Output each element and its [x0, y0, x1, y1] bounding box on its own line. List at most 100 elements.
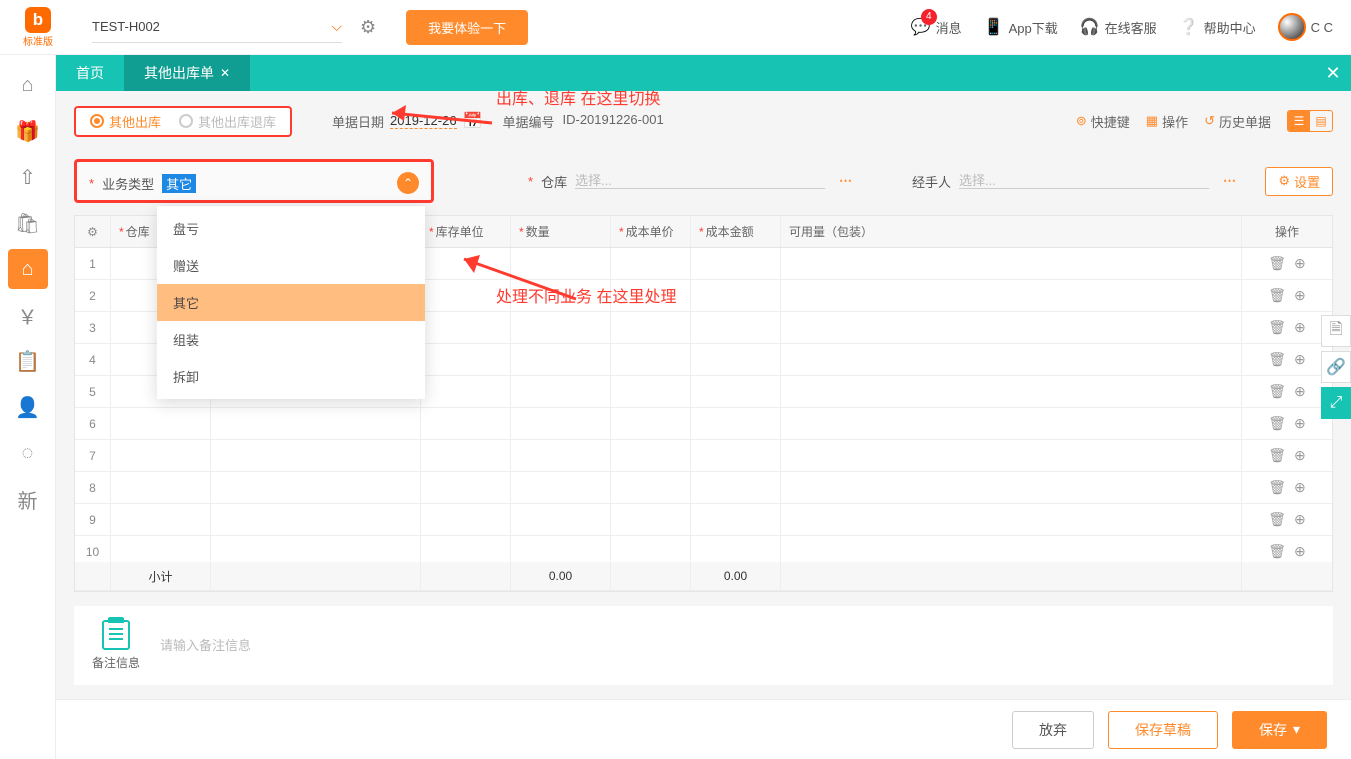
rail-bag-icon[interactable]: 🛍	[8, 203, 48, 243]
store-select[interactable]: TEST-H002 ⌵	[92, 11, 342, 43]
cell-qty[interactable]	[511, 344, 611, 375]
table-row[interactable]: 10🗑⊕	[75, 536, 1332, 562]
radio-outbound-return[interactable]: 其他出库退库	[179, 112, 276, 131]
cell-price[interactable]	[611, 376, 691, 407]
delete-icon[interactable]: 🗑	[1268, 319, 1286, 336]
online-cs-button[interactable]: 🎧 在线客服	[1080, 17, 1157, 37]
table-row[interactable]: 8🗑⊕	[75, 472, 1332, 504]
view-card-icon[interactable]: ▤	[1310, 111, 1332, 131]
save-button[interactable]: 保存 ▾	[1232, 711, 1327, 749]
cell-price[interactable]	[611, 248, 691, 279]
add-icon[interactable]: ⊕	[1294, 351, 1306, 368]
table-row[interactable]: 9🗑⊕	[75, 504, 1332, 536]
cell-amount[interactable]	[691, 472, 781, 503]
cell-unit[interactable]	[421, 248, 511, 279]
user-menu[interactable]: C C	[1278, 13, 1333, 41]
delete-icon[interactable]: 🗑	[1268, 511, 1286, 528]
cell-warehouse[interactable]	[111, 472, 211, 503]
cell-qty[interactable]	[511, 472, 611, 503]
cell-price[interactable]	[611, 312, 691, 343]
radio-outbound[interactable]: 其他出库	[90, 112, 161, 131]
add-icon[interactable]: ⊕	[1294, 319, 1306, 336]
cell-qty[interactable]	[511, 408, 611, 439]
cell-unit[interactable]	[421, 312, 511, 343]
float-link-icon[interactable]: 🔗	[1321, 351, 1351, 383]
dropdown-item[interactable]: 赠送	[157, 247, 425, 284]
delete-icon[interactable]: 🗑	[1268, 415, 1286, 432]
cell-amount[interactable]	[691, 536, 781, 562]
calendar-icon[interactable]: 📅	[463, 111, 483, 131]
date-value[interactable]: 2019-12-26	[390, 113, 457, 129]
cell-amount[interactable]	[691, 408, 781, 439]
cell-price[interactable]	[611, 408, 691, 439]
delete-icon[interactable]: 🗑	[1268, 447, 1286, 464]
cell-amount[interactable]	[691, 440, 781, 471]
delete-icon[interactable]: 🗑	[1268, 383, 1286, 400]
cell-unit[interactable]	[421, 472, 511, 503]
cell-price[interactable]	[611, 344, 691, 375]
dropdown-item[interactable]: 拆卸	[157, 358, 425, 395]
close-icon[interactable]: ✕	[220, 66, 230, 80]
cell-unit[interactable]	[421, 280, 511, 311]
rail-cycle-icon[interactable]: ◌	[8, 433, 48, 473]
help-center-button[interactable]: ❔ 帮助中心	[1179, 17, 1256, 37]
add-icon[interactable]: ⊕	[1294, 511, 1306, 528]
cell-warehouse[interactable]	[111, 408, 211, 439]
trial-button[interactable]: 我要体验一下	[406, 10, 528, 45]
handler-input[interactable]	[959, 173, 1209, 189]
cell-amount[interactable]	[691, 312, 781, 343]
messages-button[interactable]: 💬 4 消息	[911, 17, 962, 37]
cell-product[interactable]	[211, 504, 421, 535]
chevron-up-icon[interactable]: ⌃	[397, 172, 419, 194]
cell-amount[interactable]	[691, 504, 781, 535]
rail-home-icon[interactable]: ⌂	[8, 65, 48, 105]
rail-contact-icon[interactable]: 👤	[8, 387, 48, 427]
float-expand-icon[interactable]: ⤢	[1321, 387, 1351, 419]
add-icon[interactable]: ⊕	[1294, 543, 1306, 560]
remark-input[interactable]	[160, 638, 1315, 653]
cell-price[interactable]	[611, 440, 691, 471]
add-icon[interactable]: ⊕	[1294, 447, 1306, 464]
dropdown-item[interactable]: 其它	[157, 284, 425, 321]
cell-qty[interactable]	[511, 504, 611, 535]
cell-qty[interactable]	[511, 280, 611, 311]
table-row[interactable]: 7🗑⊕	[75, 440, 1332, 472]
operate-button[interactable]: ▦操作	[1146, 112, 1188, 131]
rail-gift-icon[interactable]: 🎁	[8, 111, 48, 151]
cell-amount[interactable]	[691, 248, 781, 279]
cell-amount[interactable]	[691, 280, 781, 311]
cell-qty[interactable]	[511, 248, 611, 279]
cell-unit[interactable]	[421, 536, 511, 562]
cell-unit[interactable]	[421, 440, 511, 471]
cell-price[interactable]	[611, 472, 691, 503]
cell-qty[interactable]	[511, 440, 611, 471]
cell-product[interactable]	[211, 536, 421, 562]
cell-unit[interactable]	[421, 504, 511, 535]
cell-unit[interactable]	[421, 408, 511, 439]
add-icon[interactable]: ⊕	[1294, 255, 1306, 272]
rail-clipboard-icon[interactable]: 📋	[8, 341, 48, 381]
close-all-tabs[interactable]: ✕	[1315, 55, 1351, 91]
cell-price[interactable]	[611, 280, 691, 311]
add-icon[interactable]: ⊕	[1294, 479, 1306, 496]
header-gear-icon[interactable]: ⚙	[75, 216, 111, 247]
cell-qty[interactable]	[511, 312, 611, 343]
delete-icon[interactable]: 🗑	[1268, 287, 1286, 304]
delete-icon[interactable]: 🗑	[1268, 543, 1286, 560]
table-row[interactable]: 6🗑⊕	[75, 408, 1332, 440]
cell-price[interactable]	[611, 504, 691, 535]
discard-button[interactable]: 放弃	[1012, 711, 1094, 749]
delete-icon[interactable]: 🗑	[1268, 255, 1286, 272]
cell-unit[interactable]	[421, 376, 511, 407]
gear-icon[interactable]: ⚙	[360, 17, 376, 38]
cell-product[interactable]	[211, 472, 421, 503]
cell-amount[interactable]	[691, 344, 781, 375]
add-icon[interactable]: ⊕	[1294, 415, 1306, 432]
rail-house-up-icon[interactable]: ⇧	[8, 157, 48, 197]
add-icon[interactable]: ⊕	[1294, 383, 1306, 400]
app-download-button[interactable]: 📱 App下载	[984, 17, 1058, 37]
biz-type-value[interactable]: 其它	[162, 174, 196, 193]
shortcut-button[interactable]: ⊚快捷键	[1076, 112, 1130, 131]
add-icon[interactable]: ⊕	[1294, 287, 1306, 304]
rail-money-icon[interactable]: ￥	[8, 295, 48, 335]
